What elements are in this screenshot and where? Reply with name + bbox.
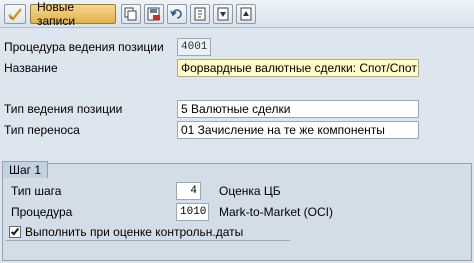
procedure-label: Процедура [11, 205, 73, 219]
transfer-type-field[interactable]: 01 Зачисление на те же компоненты [177, 121, 419, 139]
step-type-label: Тип шага [11, 184, 62, 198]
undo-icon[interactable] [167, 4, 187, 24]
evaluate-checkbox[interactable] [9, 226, 21, 238]
position-type-label: Тип ведения позиции [4, 102, 123, 116]
checkmark-icon [10, 226, 20, 236]
checkbox-divider [6, 240, 290, 241]
step-type-field[interactable]: 4 [176, 182, 201, 200]
procedure-text: Mark-to-Market (OCI) [219, 205, 333, 219]
step-group-title: Шаг 1 [2, 161, 48, 178]
name-field[interactable]: Форвардные валютные сделки: Спот/Спот [177, 59, 419, 77]
position-proc-label: Процедура ведения позиции [4, 40, 164, 54]
procedure-field[interactable]: 1010 [176, 203, 209, 221]
evaluate-checkbox-label: Выполнить при оценке контрольн.даты [25, 225, 244, 239]
page-prev-icon[interactable] [213, 4, 233, 24]
application-toolbar: Новые записи [0, 0, 474, 28]
step-type-text: Оценка ЦБ [219, 184, 281, 198]
copy-icon[interactable] [121, 4, 141, 24]
new-entries-button[interactable]: Новые записи [30, 0, 116, 28]
position-type-field[interactable]: 5 Валютные сделки [177, 100, 419, 118]
transfer-type-label: Тип переноса [4, 123, 80, 137]
name-label: Название [4, 61, 58, 75]
new-entries-label: Новые записи [37, 0, 76, 28]
position-proc-field[interactable]: 4001 [177, 38, 211, 56]
page-first-icon[interactable] [190, 4, 210, 24]
save-exit-icon[interactable] [144, 4, 164, 24]
pencil-check-icon[interactable] [4, 4, 26, 24]
page-next-icon[interactable] [236, 4, 256, 24]
